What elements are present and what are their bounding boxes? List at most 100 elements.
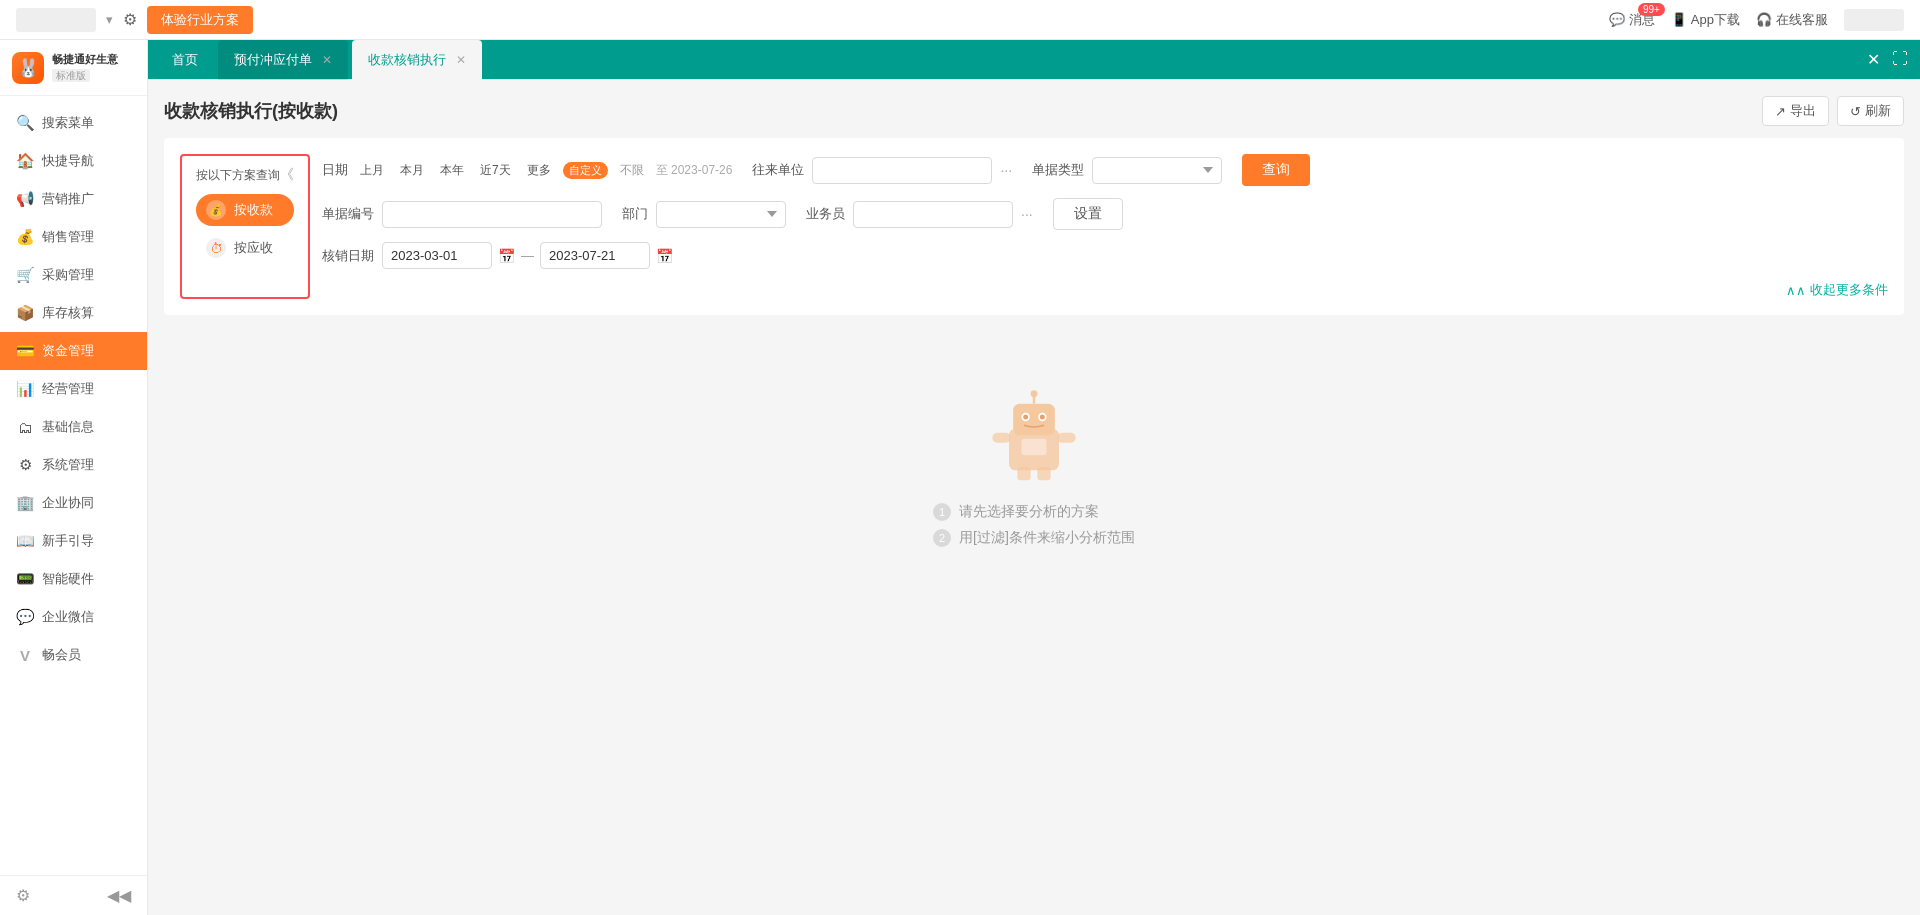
svg-rect-10 xyxy=(1017,467,1030,480)
tab-prepay[interactable]: 预付冲应付单 ✕ xyxy=(218,40,348,80)
sidebar-item-quicknav[interactable]: 🏠 快捷导航 xyxy=(0,142,147,180)
date-more[interactable]: 更多 xyxy=(523,160,555,181)
sidebar-footer: ⚙ ◀◀ xyxy=(0,875,147,915)
query-type-by-receipt[interactable]: 💰 按收款 xyxy=(196,194,294,226)
settings-icon[interactable]: ⚙ xyxy=(123,10,137,29)
svg-rect-11 xyxy=(1037,467,1050,480)
tab-home-label: 首页 xyxy=(172,51,198,69)
staff-input[interactable] xyxy=(853,201,1013,228)
message-icon: 💬 xyxy=(1609,12,1625,27)
query-type-collapse-btn[interactable]: 《 xyxy=(280,166,294,184)
top-bar-left: ▾ ⚙ 体验行业方案 xyxy=(16,6,253,34)
date-this-year[interactable]: 本年 xyxy=(436,160,468,181)
sidebar-item-inventory[interactable]: 📦 库存核算 xyxy=(0,294,147,332)
sidebar-label-search: 搜索菜单 xyxy=(42,114,94,132)
date-custom-badge[interactable]: 自定义 xyxy=(563,162,608,179)
verify-date-label: 核销日期 xyxy=(322,247,374,265)
page-content: 收款核销执行(按收款) ↗ 导出 ↺ 刷新 按以下方 xyxy=(148,80,1920,915)
verify-date-start-input[interactable] xyxy=(382,242,492,269)
sidebar-item-finance[interactable]: 💳 资金管理 xyxy=(0,332,147,370)
verify-date-end-input[interactable] xyxy=(540,242,650,269)
footer-collapse-icon[interactable]: ◀◀ xyxy=(107,886,131,905)
page-title: 收款核销执行(按收款) xyxy=(164,99,338,123)
tab-receipt[interactable]: 收款核销执行 ✕ xyxy=(352,40,482,80)
logo-text: 畅捷通好生意 xyxy=(52,52,118,66)
top-bar: ▾ ⚙ 体验行业方案 💬 消息 99+ 📱 App下载 🎧 在线客服 xyxy=(0,0,1920,40)
partner-group: 往来单位 ··· xyxy=(752,157,1012,184)
settings-btn[interactable]: 设置 xyxy=(1053,198,1123,230)
content-area: 首页 预付冲应付单 ✕ 收款核销执行 ✕ ✕ ⛶ 收款核销执行(按收款) xyxy=(148,40,1920,915)
dept-group: 部门 xyxy=(622,201,786,228)
sidebar-label-system: 系统管理 xyxy=(42,456,94,474)
industry-btn[interactable]: 体验行业方案 xyxy=(147,6,253,34)
sidebar-item-search[interactable]: 🔍 搜索菜单 xyxy=(0,104,147,142)
guide-icon: 📖 xyxy=(16,532,34,550)
sidebar-item-wechat[interactable]: 💬 企业微信 xyxy=(0,598,147,636)
tabs-bar: 首页 预付冲应付单 ✕ 收款核销执行 ✕ ✕ ⛶ xyxy=(148,40,1920,80)
sidebar-item-system[interactable]: ⚙ 系统管理 xyxy=(0,446,147,484)
tab-close-btn[interactable]: ✕ xyxy=(1863,46,1884,73)
tab-prepay-close[interactable]: ✕ xyxy=(322,53,332,67)
empty-hints: 1 请先选择要分析的方案 2 用[过滤]条件来缩小分析范围 xyxy=(933,503,1135,547)
query-btn[interactable]: 查询 xyxy=(1242,154,1310,186)
sidebar-item-guide[interactable]: 📖 新手引导 xyxy=(0,522,147,560)
sidebar-item-basic[interactable]: 🗂 基础信息 xyxy=(0,408,147,446)
tab-home[interactable]: 首页 xyxy=(156,40,214,80)
sidebar-label-purchase: 采购管理 xyxy=(42,266,94,284)
verify-date-start-cal[interactable]: 📅 xyxy=(498,248,515,264)
date-no-limit-label: 不限 xyxy=(620,162,644,179)
refresh-icon: ↺ xyxy=(1850,104,1861,119)
tabs-bar-actions: ✕ ⛶ xyxy=(1863,46,1912,73)
date-last-month[interactable]: 上月 xyxy=(356,160,388,181)
sidebar-item-enterprise[interactable]: 🏢 企业协同 xyxy=(0,484,147,522)
user-avatar[interactable] xyxy=(1844,9,1904,31)
staff-label: 业务员 xyxy=(806,205,845,223)
basic-icon: 🗂 xyxy=(16,419,34,436)
tab-receipt-close[interactable]: ✕ xyxy=(456,53,466,67)
staff-group: 业务员 ··· xyxy=(806,201,1033,228)
more-conditions[interactable]: ∧∧ 收起更多条件 xyxy=(322,281,1888,299)
verify-date-group: 核销日期 📅 — 📅 xyxy=(322,242,673,269)
tab-expand-btn[interactable]: ⛶ xyxy=(1888,46,1912,73)
partner-input[interactable] xyxy=(812,157,992,184)
query-type-by-receivable[interactable]: ⏱ 按应收 xyxy=(196,232,294,264)
date-this-month[interactable]: 本月 xyxy=(396,160,428,181)
inventory-icon: 📦 xyxy=(16,304,34,322)
more-conditions-label: 收起更多条件 xyxy=(1810,281,1888,299)
export-btn[interactable]: ↗ 导出 xyxy=(1762,96,1829,126)
partner-dots[interactable]: ··· xyxy=(1000,162,1012,178)
sidebar-item-member[interactable]: V 畅会员 xyxy=(0,636,147,674)
search-icon: 🔍 xyxy=(16,114,34,132)
receipt-icon: 💰 xyxy=(206,200,226,220)
online-service-btn[interactable]: 🎧 在线客服 xyxy=(1756,11,1828,29)
tab-prepay-label: 预付冲应付单 xyxy=(234,51,312,69)
doc-type-select[interactable] xyxy=(1092,157,1222,184)
messages-badge: 99+ xyxy=(1638,3,1665,16)
service-icon: 🎧 xyxy=(1756,12,1772,27)
sidebar-item-purchase[interactable]: 🛒 采购管理 xyxy=(0,256,147,294)
messages-btn[interactable]: 💬 消息 99+ xyxy=(1609,11,1655,29)
refresh-btn[interactable]: ↺ 刷新 xyxy=(1837,96,1904,126)
hardware-icon: 📟 xyxy=(16,570,34,588)
main-layout: 🐰 畅捷通好生意 标准版 🔍 搜索菜单 🏠 快捷导航 📢 营销推广 💰 销售管理 xyxy=(0,40,1920,915)
sidebar-item-sales[interactable]: 💰 销售管理 xyxy=(0,218,147,256)
sidebar-item-operations[interactable]: 📊 经营管理 xyxy=(0,370,147,408)
verify-date-end-cal[interactable]: 📅 xyxy=(656,248,673,264)
sidebar-label-operations: 经营管理 xyxy=(42,380,94,398)
date-sep: — xyxy=(521,248,534,263)
footer-settings-icon[interactable]: ⚙ xyxy=(16,886,30,905)
empty-hint-1: 1 请先选择要分析的方案 xyxy=(933,503,1135,521)
page-header: 收款核销执行(按收款) ↗ 导出 ↺ 刷新 xyxy=(164,96,1904,126)
sidebar-item-hardware[interactable]: 📟 智能硬件 xyxy=(0,560,147,598)
dept-select[interactable] xyxy=(656,201,786,228)
app-download-btn[interactable]: 📱 App下载 xyxy=(1671,11,1740,29)
date-7days[interactable]: 近7天 xyxy=(476,160,515,181)
home-icon: 🏠 xyxy=(16,152,34,170)
filter-row-1: 日期 上月 本月 本年 近7天 更多 自定义 不限 至 2023-07-26 xyxy=(322,154,1888,186)
member-icon: V xyxy=(16,647,34,664)
dropdown-icon[interactable]: ▾ xyxy=(106,12,113,27)
purchase-icon: 🛒 xyxy=(16,266,34,284)
doc-no-input[interactable] xyxy=(382,201,602,228)
staff-dots[interactable]: ··· xyxy=(1021,206,1033,222)
sidebar-item-marketing[interactable]: 📢 营销推广 xyxy=(0,180,147,218)
